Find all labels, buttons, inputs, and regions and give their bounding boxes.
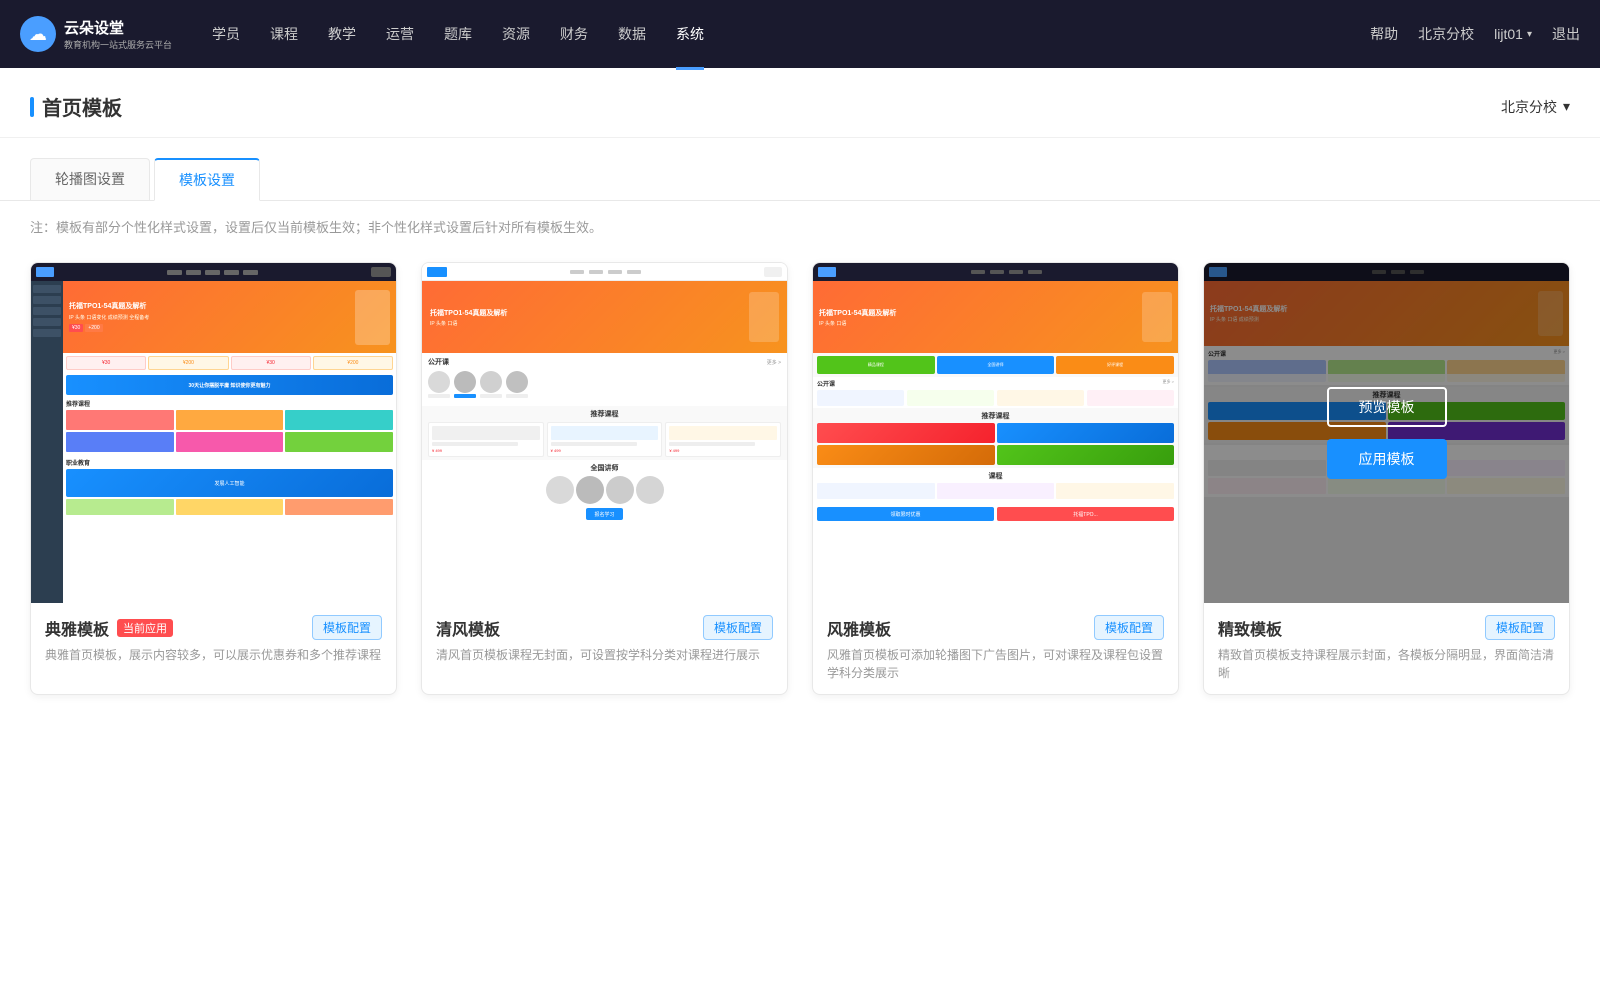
- nav-item-tiku[interactable]: 题库: [444, 20, 472, 48]
- apply-template-button[interactable]: 应用模板: [1327, 439, 1447, 479]
- nav-item-yunying[interactable]: 运营: [386, 20, 414, 48]
- config-button-fengya[interactable]: 模板配置: [1094, 615, 1164, 640]
- config-button-dianya[interactable]: 模板配置: [312, 615, 382, 640]
- template-preview-qingfeng: 托福TPO1-54真题及解析 IP 头条 口语 公开课 更多 >: [422, 263, 787, 603]
- template-name-row-fengya: 风雅模板 模板配置: [827, 615, 1164, 640]
- tabs-container: 轮播图设置 模板设置: [0, 138, 1600, 201]
- template-desc-qingfeng: 清风首页模板课程无封面，可设置按学科分类对课程进行展示: [436, 646, 773, 664]
- branch-name: 北京分校: [1501, 97, 1557, 117]
- page-title: 首页模板: [30, 92, 122, 121]
- user-menu[interactable]: lijt01 ▾: [1494, 26, 1532, 42]
- template-card-jingzhi: 托福TPO1-54真题及解析 IP 头条 口语 成绩预测 公开课 更多 >: [1203, 262, 1570, 695]
- template-preview-fengya: 托福TPO1-54真题及解析 IP 头条 口语 精品课程 全国讲师: [813, 263, 1178, 603]
- nav-item-xitong[interactable]: 系统: [676, 20, 704, 48]
- current-badge-dianya: 当前应用: [117, 619, 173, 637]
- config-button-jingzhi[interactable]: 模板配置: [1485, 615, 1555, 640]
- template-card-fengya: 托福TPO1-54真题及解析 IP 头条 口语 精品课程 全国讲师: [812, 262, 1179, 695]
- template-desc-fengya: 风雅首页模板可添加轮播图下广告图片，可对课程及课程包设置学科分类展示: [827, 646, 1164, 682]
- logo-icon: ☁: [20, 16, 56, 52]
- mock-preview-2: 托福TPO1-54真题及解析 IP 头条 口语 公开课 更多 >: [422, 263, 787, 603]
- template-name-jingzhi: 精致模板: [1218, 616, 1282, 640]
- main-content: 首页模板 北京分校 ▾ 轮播图设置 模板设置 注：模板有部分个性化样式设置，设置…: [0, 68, 1600, 990]
- nav-item-jiaoxue[interactable]: 教学: [328, 20, 356, 48]
- logo-text: 云朵设堂 教育机构一站式服务云平台: [64, 17, 172, 51]
- user-dropdown-icon: ▾: [1527, 29, 1532, 40]
- templates-grid: 托福TPO1-54真题及解析 IP 头条 口语变化 成绩预测 全程备考 ¥30 …: [0, 252, 1600, 735]
- notice-text: 注：模板有部分个性化样式设置，设置后仅当前模板生效；非个性化样式设置后针对所有模…: [0, 201, 1600, 252]
- nav-item-kecheng[interactable]: 课程: [270, 20, 298, 48]
- tab-carousel[interactable]: 轮播图设置: [30, 158, 150, 200]
- template-name-fengya: 风雅模板: [827, 616, 891, 640]
- template-info-fengya: 风雅模板 模板配置 风雅首页模板可添加轮播图下广告图片，可对课程及课程包设置学科…: [813, 603, 1178, 694]
- template-name-row-jingzhi: 精致模板 模板配置: [1218, 615, 1555, 640]
- branch-selector[interactable]: 北京分校 ▾: [1501, 97, 1570, 117]
- template-name-dianya: 典雅模板: [45, 616, 109, 640]
- template-info-qingfeng: 清风模板 模板配置 清风首页模板课程无封面，可设置按学科分类对课程进行展示: [422, 603, 787, 676]
- template-card-dianya: 托福TPO1-54真题及解析 IP 头条 口语变化 成绩预测 全程备考 ¥30 …: [30, 262, 397, 695]
- template-info-jingzhi: 精致模板 模板配置 精致首页模板支持课程展示封面，各模板分隔明显，界面简洁清晰: [1204, 603, 1569, 694]
- logo-sub: 教育机构一站式服务云平台: [64, 38, 172, 51]
- preview-overlay-jingzhi: 预览模板 应用模板: [1204, 263, 1569, 603]
- template-preview-dianya: 托福TPO1-54真题及解析 IP 头条 口语变化 成绩预测 全程备考 ¥30 …: [31, 263, 396, 603]
- branch-link[interactable]: 北京分校: [1418, 24, 1474, 44]
- mock-preview-3: 托福TPO1-54真题及解析 IP 头条 口语 精品课程 全国讲师: [813, 263, 1178, 603]
- mock-preview-1: 托福TPO1-54真题及解析 IP 头条 口语变化 成绩预测 全程备考 ¥30 …: [31, 263, 396, 603]
- preview-template-button[interactable]: 预览模板: [1327, 387, 1447, 427]
- nav-item-shuju[interactable]: 数据: [618, 20, 646, 48]
- nav-menu: 学员 课程 教学 运营 题库 资源 财务 数据 系统: [212, 20, 1370, 48]
- tab-template[interactable]: 模板设置: [154, 158, 260, 201]
- config-button-qingfeng[interactable]: 模板配置: [703, 615, 773, 640]
- page-header: 首页模板 北京分校 ▾: [0, 68, 1600, 138]
- logo: ☁ 云朵设堂 教育机构一站式服务云平台: [20, 16, 172, 52]
- logout-link[interactable]: 退出: [1552, 24, 1580, 44]
- nav-item-ziyuan[interactable]: 资源: [502, 20, 530, 48]
- top-navigation: ☁ 云朵设堂 教育机构一站式服务云平台 学员 课程 教学 运营 题库 资源 财务…: [0, 0, 1600, 68]
- logo-main: 云朵设堂: [64, 17, 172, 38]
- template-desc-dianya: 典雅首页模板，展示内容较多，可以展示优惠券和多个推荐课程: [45, 646, 382, 664]
- template-name-row-dianya: 典雅模板 当前应用 模板配置: [45, 615, 382, 640]
- template-name-qingfeng: 清风模板: [436, 616, 500, 640]
- nav-item-caiwu[interactable]: 财务: [560, 20, 588, 48]
- nav-right: 帮助 北京分校 lijt01 ▾ 退出: [1370, 24, 1580, 44]
- template-info-dianya: 典雅模板 当前应用 模板配置 典雅首页模板，展示内容较多，可以展示优惠券和多个推…: [31, 603, 396, 676]
- template-card-qingfeng: 托福TPO1-54真题及解析 IP 头条 口语 公开课 更多 >: [421, 262, 788, 695]
- branch-dropdown-icon: ▾: [1563, 98, 1570, 115]
- help-link[interactable]: 帮助: [1370, 24, 1398, 44]
- nav-item-xueyuan[interactable]: 学员: [212, 20, 240, 48]
- tabs: 轮播图设置 模板设置: [30, 158, 1570, 200]
- template-name-row-qingfeng: 清风模板 模板配置: [436, 615, 773, 640]
- template-preview-jingzhi: 托福TPO1-54真题及解析 IP 头条 口语 成绩预测 公开课 更多 >: [1204, 263, 1569, 603]
- template-desc-jingzhi: 精致首页模板支持课程展示封面，各模板分隔明显，界面简洁清晰: [1218, 646, 1555, 682]
